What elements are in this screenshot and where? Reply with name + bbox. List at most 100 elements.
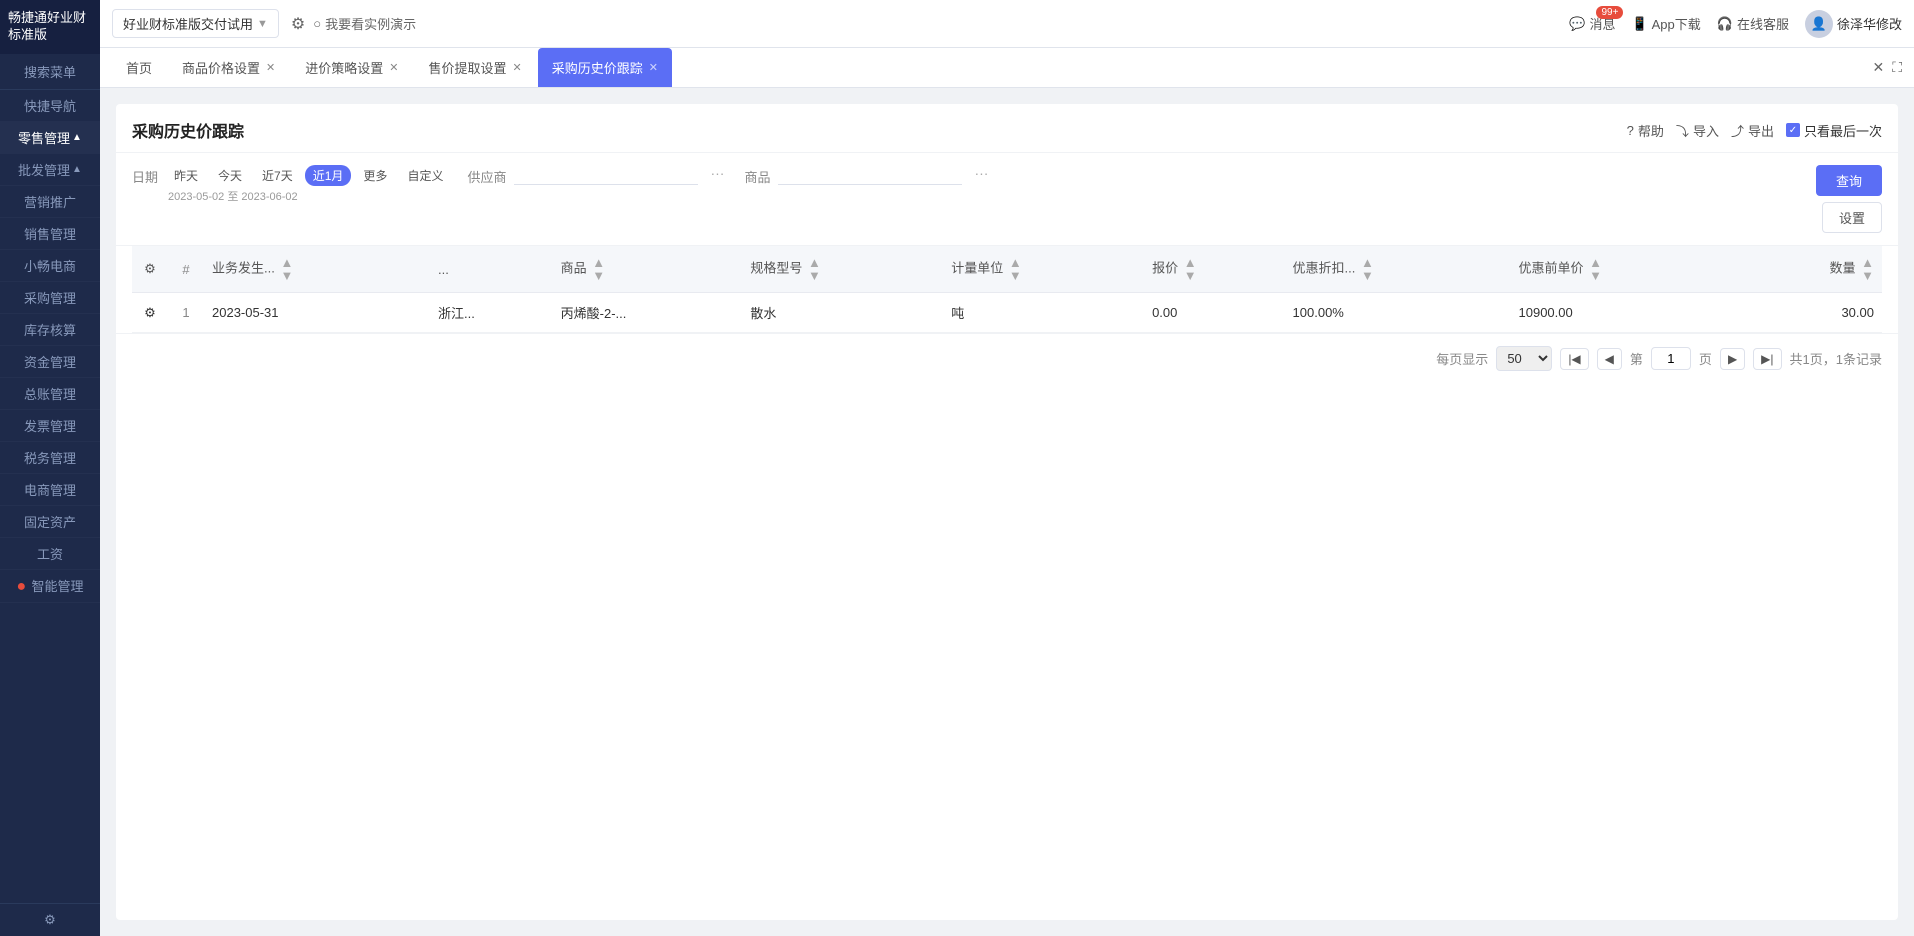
sidebar-item-invoice[interactable]: 发票管理	[0, 410, 100, 442]
assets-label: 固定资产	[24, 515, 76, 530]
col-gear[interactable]: ⚙	[132, 246, 168, 293]
date-last7[interactable]: 近7天	[254, 165, 301, 186]
wholesale-label: 批发管理	[18, 160, 70, 179]
app-download-icon: 📱	[1631, 16, 1647, 32]
date-custom[interactable]: 自定义	[399, 165, 451, 186]
tab-purchase-history-label: 采购历史价跟踪	[552, 58, 643, 77]
user-menu[interactable]: 👤 徐泽华修改	[1805, 10, 1902, 38]
topbar: 好业财标准版交付试用 ▼ ⚙ ○ 我要看实例演示 💬 消息 99+ 📱 App下…	[100, 0, 1914, 48]
first-page-btn[interactable]: |◀	[1560, 348, 1588, 370]
sidebar-item-assets[interactable]: 固定资产	[0, 506, 100, 538]
supplier-label: 供应商	[467, 165, 506, 186]
app-download-btn[interactable]: 📱 App下载	[1631, 14, 1700, 33]
table-row: ⚙ 1 2023-05-31 浙江... 丙烯酸-2-... 散水 吨 0.00…	[132, 293, 1882, 333]
tab-sale-price[interactable]: 售价提取设置 ✕	[414, 48, 535, 87]
col-discount[interactable]: 优惠折扣... ▲▼	[1285, 246, 1511, 293]
page-card: 采购历史价跟踪 ? 帮助 ⤵ 导入 ⤴ 导出 ✓	[116, 104, 1898, 920]
col-product[interactable]: 商品 ▲▼	[553, 246, 743, 293]
user-icon: 👤	[1811, 16, 1827, 32]
sidebar-search[interactable]: 搜索菜单	[0, 54, 100, 90]
sidebar-item-inventory[interactable]: 库存核算	[0, 314, 100, 346]
col-pre-discount-price[interactable]: 优惠前单价 ▲▼	[1511, 246, 1742, 293]
import-btn[interactable]: ⤵ 导入	[1676, 121, 1719, 140]
demo-link[interactable]: ○ 我要看实例演示	[313, 14, 416, 33]
sidebar-quick-nav[interactable]: 快捷导航	[0, 90, 100, 122]
date-today[interactable]: 今天	[210, 165, 250, 186]
ledger-label: 总账管理	[24, 387, 76, 402]
logo-line2: 标准版	[8, 27, 86, 44]
tab-purchase-history-close[interactable]: ✕	[649, 61, 658, 74]
page-input[interactable]	[1651, 347, 1691, 370]
logo-line1: 畅捷通好业财	[8, 10, 86, 27]
filter-actions: 查询 设置	[1816, 165, 1882, 233]
sidebar: 畅捷通好业财 标准版 搜索菜单 快捷导航 零售管理 ▲ 批发管理 ▲ 营销推广 …	[0, 0, 100, 936]
sidebar-item-purchase[interactable]: 采购管理	[0, 282, 100, 314]
help-btn[interactable]: ? 帮助	[1627, 121, 1664, 140]
sidebar-item-ecommerce[interactable]: 电商管理	[0, 474, 100, 506]
expand-tab-btn[interactable]: ⛶	[1892, 59, 1902, 76]
date-more[interactable]: 更多	[355, 165, 395, 186]
sales-label: 销售管理	[24, 227, 76, 242]
import-icon: ⤵	[1676, 121, 1689, 140]
only-last-checkbox[interactable]: ✓ 只看最后一次	[1786, 121, 1882, 140]
content-area: 采购历史价跟踪 ? 帮助 ⤵ 导入 ⤴ 导出 ✓	[100, 88, 1914, 936]
query-btn[interactable]: 查询	[1816, 165, 1882, 196]
sidebar-item-ledger[interactable]: 总账管理	[0, 378, 100, 410]
product-dots-btn[interactable]: ···	[970, 165, 992, 181]
close-tab-btn[interactable]: ✕	[1872, 59, 1884, 76]
message-btn[interactable]: 💬 消息 99+	[1569, 14, 1615, 33]
page-title: 采购历史价跟踪	[132, 118, 244, 142]
sidebar-item-tax[interactable]: 税务管理	[0, 442, 100, 474]
sort-spec-icon: ▲▼	[808, 256, 821, 282]
row-date: 2023-05-31	[204, 293, 430, 333]
prev-page-btn[interactable]: ◀	[1597, 348, 1622, 370]
sidebar-item-finance[interactable]: 资金管理	[0, 346, 100, 378]
tab-home[interactable]: 首页	[112, 48, 166, 87]
col-unit[interactable]: 计量单位 ▲▼	[943, 246, 1144, 293]
online-service-btn[interactable]: 🎧 在线客服	[1717, 14, 1789, 33]
sidebar-item-wholesale[interactable]: 批发管理 ▲	[0, 154, 100, 186]
tab-purchase-strategy[interactable]: 进价策略设置 ✕	[291, 48, 412, 87]
sidebar-item-smart[interactable]: ● 智能管理	[0, 570, 100, 603]
tab-purchase-strategy-close[interactable]: ✕	[389, 61, 398, 74]
row-spec: 散水	[742, 293, 943, 333]
tax-label: 税务管理	[24, 451, 76, 466]
col-date[interactable]: 业务发生... ▲▼	[204, 246, 430, 293]
product-input[interactable]	[782, 167, 958, 182]
sidebar-item-ecommerce-small[interactable]: 小畅电商	[0, 250, 100, 282]
date-label: 日期	[132, 165, 158, 186]
supplier-input[interactable]	[518, 167, 694, 182]
demo-label: 我要看实例演示	[325, 14, 416, 33]
tabs-right-controls: ✕ ⛶	[1872, 59, 1902, 76]
export-btn[interactable]: ⤴ 导出	[1731, 121, 1774, 140]
sidebar-item-sales[interactable]: 销售管理	[0, 218, 100, 250]
tab-price[interactable]: 商品价格设置 ✕	[168, 48, 289, 87]
col-spec[interactable]: 规格型号 ▲▼	[742, 246, 943, 293]
next-page-btn[interactable]: ▶	[1720, 348, 1745, 370]
col-more[interactable]: ...	[430, 246, 553, 293]
supplier-dots-btn[interactable]: ···	[706, 165, 728, 181]
tab-price-close[interactable]: ✕	[266, 61, 275, 74]
per-page-select[interactable]: 50 20 100	[1496, 346, 1552, 371]
col-quantity[interactable]: 数量 ▲▼	[1742, 246, 1883, 293]
settings-btn[interactable]: 设置	[1822, 202, 1882, 233]
page-suffix: 页	[1699, 349, 1712, 368]
sidebar-settings-btn[interactable]: ⚙	[0, 903, 100, 936]
version-selector[interactable]: 好业财标准版交付试用 ▼	[112, 9, 279, 38]
last-page-btn[interactable]: ▶|	[1753, 348, 1781, 370]
sidebar-item-salary[interactable]: 工资	[0, 538, 100, 570]
date-yesterday[interactable]: 昨天	[166, 165, 206, 186]
sidebar-item-retail[interactable]: 零售管理 ▲	[0, 122, 100, 154]
product-label: 商品	[744, 165, 770, 186]
page-label: 第	[1630, 349, 1643, 368]
help-icon: ?	[1627, 123, 1634, 138]
gear-icon[interactable]: ⚙	[291, 14, 305, 34]
col-quote[interactable]: 报价 ▲▼	[1144, 246, 1284, 293]
row-gear[interactable]: ⚙	[132, 293, 168, 333]
tab-sale-price-close[interactable]: ✕	[513, 61, 522, 74]
export-label: 导出	[1748, 121, 1774, 140]
checkbox-checked-icon: ✓	[1786, 123, 1800, 137]
tab-purchase-history[interactable]: 采购历史价跟踪 ✕	[538, 48, 672, 87]
date-last1month[interactable]: 近1月	[305, 165, 352, 186]
sidebar-item-marketing[interactable]: 营销推广	[0, 186, 100, 218]
